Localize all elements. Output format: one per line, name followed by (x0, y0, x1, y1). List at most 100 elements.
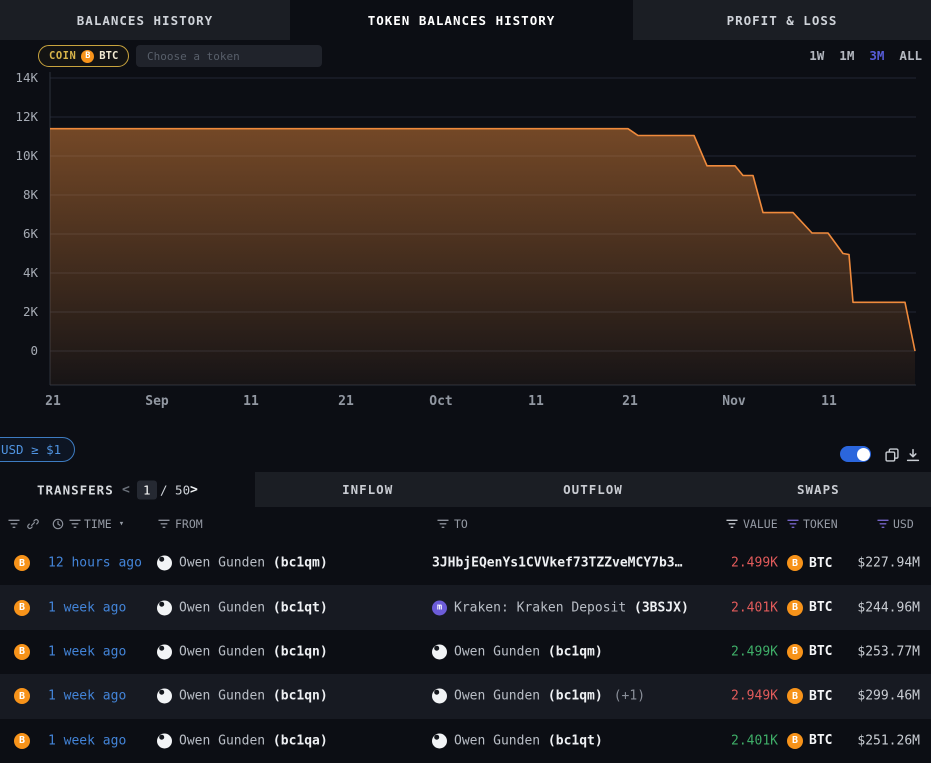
filter-icon-active[interactable] (877, 519, 889, 530)
tab-transfers[interactable]: TRANSFERS (37, 482, 114, 497)
table-row[interactable]: B1 week agoOwen Gunden (bc1qt)mKraken: K… (0, 585, 931, 629)
from-cell[interactable]: Owen Gunden (bc1qm) (157, 556, 328, 571)
to-cell[interactable]: mKraken: Kraken Deposit (3BSJX) (432, 600, 689, 615)
svg-text:4K: 4K (23, 265, 39, 280)
svg-text:2K: 2K (23, 304, 39, 319)
tab-balances-history[interactable]: BALANCES HISTORY (0, 0, 290, 40)
chart-toggle[interactable] (840, 446, 871, 462)
column-header-usd[interactable]: USD (893, 517, 914, 531)
usd-cell: $244.96M (857, 600, 920, 615)
to-entity[interactable]: Owen Gunden (bc1qm) (454, 644, 603, 659)
owen-gunden-entity-icon (157, 689, 172, 704)
table-row[interactable]: B 1 week ago Owen Gunden (bc1qn) Owen Gunde… (0, 630, 931, 674)
filter-icon-active[interactable] (787, 519, 799, 530)
usd-cell: $299.46M (857, 689, 920, 704)
link-icon[interactable] (27, 518, 39, 530)
filter-icon[interactable] (437, 519, 449, 530)
tab-inflow[interactable]: INFLOW (255, 472, 480, 507)
to-extra-count: (+1) (614, 689, 645, 704)
value-cell: 2.401K (731, 733, 778, 748)
usd-filter-chip[interactable]: USD ≥ $1 (0, 437, 75, 462)
owen-gunden-entity-icon (157, 733, 172, 748)
value-cell: 2.499K (731, 644, 778, 659)
tab-outflow[interactable]: OUTFLOW (480, 472, 705, 507)
column-header-from[interactable]: FROM (175, 517, 203, 531)
tab-swaps[interactable]: SWAPS (706, 472, 931, 507)
from-cell[interactable]: Owen Gunden (bc1qn) (157, 689, 328, 704)
filter-icon[interactable] (158, 519, 170, 530)
view-tabs: BALANCES HISTORY TOKEN BALANCES HISTORY … (0, 0, 931, 40)
filter-icon[interactable] (8, 519, 20, 530)
token-cell[interactable]: BBTC (787, 555, 832, 571)
token-cell[interactable]: BBTC (787, 733, 832, 749)
svg-text:11: 11 (528, 394, 544, 409)
svg-text:11: 11 (821, 394, 837, 409)
svg-text:21: 21 (338, 394, 354, 409)
from-cell[interactable]: Owen Gunden (bc1qa) (157, 733, 328, 748)
pagination-next-icon[interactable]: > (190, 482, 198, 497)
usd-cell: $251.26M (857, 733, 920, 748)
tab-profit-and-loss[interactable]: PROFIT & LOSS (633, 0, 931, 40)
pagination-prev-icon[interactable]: < (122, 482, 130, 497)
to-entity[interactable]: Kraken: Kraken Deposit (3BSJX) (454, 600, 689, 615)
column-header-token[interactable]: TOKEN (803, 517, 838, 531)
clock-icon[interactable] (52, 518, 64, 530)
to-entity[interactable]: Owen Gunden (bc1qm) (454, 689, 603, 704)
btc-icon: B (787, 733, 803, 749)
filter-icon[interactable] (69, 519, 81, 530)
transaction-time-link[interactable]: 1 week ago (48, 644, 126, 659)
svg-text:0: 0 (30, 343, 38, 358)
column-header-value[interactable]: VALUE (743, 517, 778, 531)
svg-text:21: 21 (622, 394, 638, 409)
svg-text:12K: 12K (15, 109, 38, 124)
svg-text:Oct: Oct (429, 394, 452, 409)
svg-text:11: 11 (243, 394, 259, 409)
balance-area-chart[interactable]: 02K4K6K8K10K12K14K21Sep1121Oct1121Nov11 (0, 40, 931, 412)
token-cell[interactable]: BBTC (787, 600, 832, 616)
filter-icon[interactable] (726, 519, 738, 530)
btc-token-icon: B (14, 555, 30, 571)
svg-text:14K: 14K (15, 70, 38, 85)
pagination-total-pages: / 50 (160, 482, 190, 497)
transaction-time-link[interactable]: 1 week ago (48, 689, 126, 704)
owen-gunden-entity-icon (432, 689, 447, 704)
to-cell[interactable]: 3JHbjEQenYs1CVVkef73TZZveMCY7b3… (432, 556, 682, 571)
token-cell[interactable]: BBTC (787, 644, 832, 660)
owen-gunden-entity-icon (157, 644, 172, 659)
chevron-down-icon: ▾ (119, 519, 124, 529)
to-cell[interactable]: Owen Gunden (bc1qt) (432, 733, 603, 748)
svg-text:8K: 8K (23, 187, 39, 202)
svg-text:10K: 10K (15, 148, 38, 163)
pagination-current-page[interactable]: 1 (137, 480, 157, 499)
transaction-time-link[interactable]: 1 week ago (48, 600, 126, 615)
table-row[interactable]: B 1 week ago Owen Gunden (bc1qa) Owen Gunde… (0, 719, 931, 763)
svg-text:6K: 6K (23, 226, 39, 241)
owen-gunden-entity-icon (432, 733, 447, 748)
btc-icon: B (787, 644, 803, 660)
copy-icon[interactable] (885, 447, 899, 466)
transaction-time-link[interactable]: 1 week ago (48, 733, 126, 748)
from-cell[interactable]: Owen Gunden (bc1qn) (157, 644, 328, 659)
btc-token-icon: B (14, 733, 30, 749)
owen-gunden-entity-icon (432, 644, 447, 659)
btc-icon: B (787, 555, 803, 571)
column-header-to[interactable]: TO (454, 517, 468, 531)
btc-token-icon: B (14, 688, 30, 704)
transaction-time-link[interactable]: 12 hours ago (48, 556, 142, 571)
time-header-label: TIME (84, 517, 112, 531)
to-cell[interactable]: Owen Gunden (bc1qm) (+1) (432, 689, 645, 704)
to-address[interactable]: 3JHbjEQenYs1CVVkef73TZZveMCY7b3… (432, 556, 682, 571)
table-tab-bar: TRANSFERS < 1 / 50 > INFLOW OUTFLOW SWAP… (0, 472, 931, 507)
tab-token-balances-history[interactable]: TOKEN BALANCES HISTORY (290, 0, 633, 40)
from-cell[interactable]: Owen Gunden (bc1qt) (157, 600, 328, 615)
download-icon[interactable] (906, 447, 920, 466)
table-row[interactable]: B 1 week ago Owen Gunden (bc1qn) Owen Gunde… (0, 674, 931, 718)
to-cell[interactable]: Owen Gunden (bc1qm) (432, 644, 603, 659)
column-header-time[interactable]: TIME ▾ (84, 517, 124, 531)
transfers-table: B 12 hours ago Owen Gunden (bc1qm) 3JHbjEQe… (0, 541, 931, 763)
table-header: TIME ▾ FROM TO VALUE TOKEN USD (0, 507, 931, 541)
token-cell[interactable]: BBTC (787, 688, 832, 704)
table-row[interactable]: B 12 hours ago Owen Gunden (bc1qm) 3JHbjEQe… (0, 541, 931, 585)
value-cell: 2.401K (731, 600, 778, 615)
to-entity[interactable]: Owen Gunden (bc1qt) (454, 733, 603, 748)
